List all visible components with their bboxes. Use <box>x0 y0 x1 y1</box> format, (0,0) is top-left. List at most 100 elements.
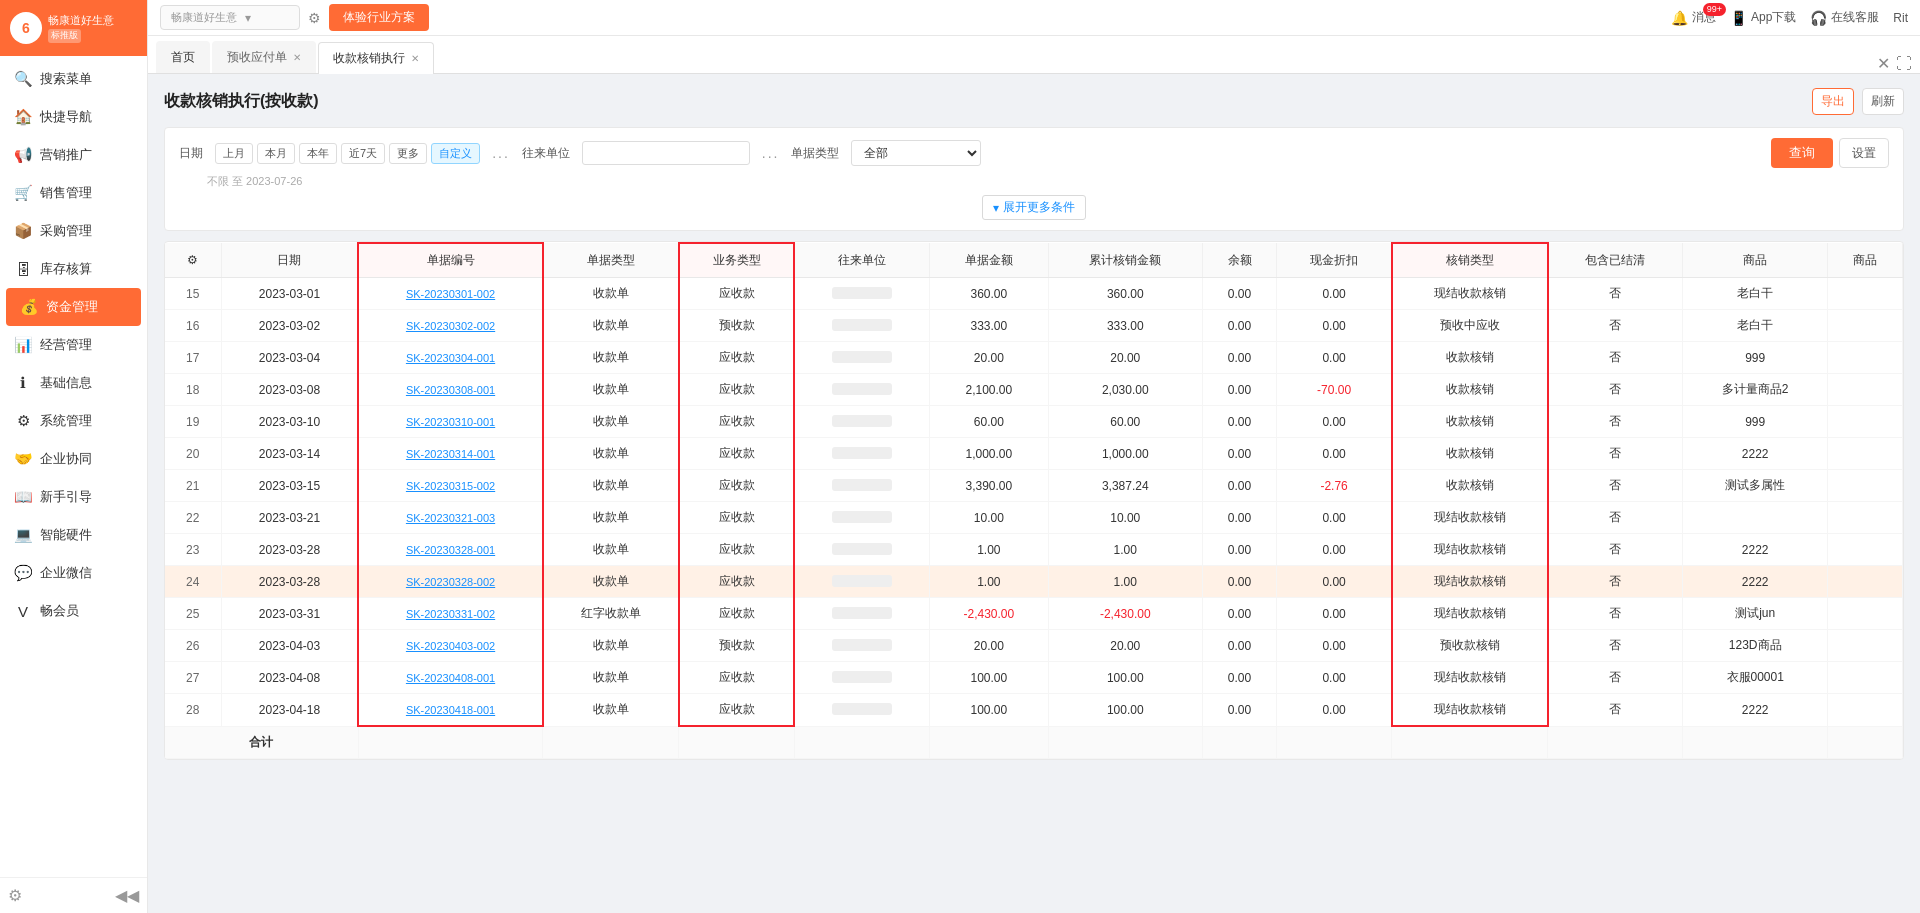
table-cell: 19 <box>165 406 221 438</box>
table-cell: 否 <box>1548 630 1683 662</box>
tab-close-icon[interactable]: ✕ <box>411 53 419 64</box>
doc-no-link[interactable]: SK-20230331-002 <box>406 608 495 620</box>
table-cell[interactable]: SK-20230301-002 <box>358 278 542 310</box>
doc-no-link[interactable]: SK-20230408-001 <box>406 672 495 684</box>
sidebar-item-enterprise[interactable]: 🤝企业协同 <box>0 440 147 478</box>
table-cell: 60.00 <box>929 406 1048 438</box>
table-cell: 应收款 <box>679 694 795 727</box>
app-download[interactable]: 📱 App下载 <box>1730 9 1796 26</box>
table-cell: 100.00 <box>1048 694 1202 727</box>
sidebar-logo-text: 畅康道好生意 标推版 <box>48 13 114 43</box>
sidebar-item-finance[interactable]: 💰资金管理 <box>6 288 141 326</box>
export-btn[interactable]: 导出 <box>1812 88 1854 115</box>
table-cell[interactable]: SK-20230418-001 <box>358 694 542 727</box>
sidebar-item-marketing[interactable]: 📢营销推广 <box>0 136 147 174</box>
sidebar-item-wechat[interactable]: 💬企业微信 <box>0 554 147 592</box>
sidebar-item-guide[interactable]: 📖新手引导 <box>0 478 147 516</box>
table-cell[interactable]: SK-20230308-001 <box>358 374 542 406</box>
table-cell: 16 <box>165 310 221 342</box>
maximize-icon[interactable]: ⛶ <box>1896 55 1912 73</box>
brand-selector[interactable]: 畅康道好生意 ▾ <box>160 5 300 30</box>
doc-no-link[interactable]: SK-20230328-001 <box>406 544 495 556</box>
notification-count: 99+ <box>1703 3 1726 16</box>
sidebar-item-label: 系统管理 <box>40 412 92 430</box>
tab-prepayment[interactable]: 预收应付单✕ <box>212 41 316 73</box>
table-cell <box>794 406 929 438</box>
online-service[interactable]: 🎧 在线客服 <box>1810 9 1879 26</box>
sidebar-item-hardware[interactable]: 💻智能硬件 <box>0 516 147 554</box>
doc-no-link[interactable]: SK-20230302-002 <box>406 320 495 332</box>
col-header-9: 现金折扣 <box>1277 243 1392 278</box>
close-window-icon[interactable]: ✕ <box>1877 54 1890 73</box>
sidebar-item-search[interactable]: 🔍搜索菜单 <box>0 60 147 98</box>
doc-no-link[interactable]: SK-20230301-002 <box>406 288 495 300</box>
sidebar-item-member[interactable]: V畅会员 <box>0 592 147 630</box>
settings-icon[interactable]: ⚙ <box>8 886 22 905</box>
table-cell[interactable]: SK-20230328-001 <box>358 534 542 566</box>
table-cell: 收款单 <box>543 534 679 566</box>
table-cell[interactable]: SK-20230321-003 <box>358 502 542 534</box>
sidebar-item-operation[interactable]: 📊经营管理 <box>0 326 147 364</box>
tab-collection[interactable]: 收款核销执行✕ <box>318 42 434 74</box>
table-cell[interactable]: SK-20230304-001 <box>358 342 542 374</box>
date-btn-近7天[interactable]: 近7天 <box>341 143 385 164</box>
table-cell[interactable]: SK-20230403-002 <box>358 630 542 662</box>
doc-no-link[interactable]: SK-20230308-001 <box>406 384 495 396</box>
table-cell: 老白干 <box>1683 278 1828 310</box>
expand-more-btn[interactable]: ▾ 展开更多条件 <box>982 195 1086 220</box>
table-cell: 10.00 <box>1048 502 1202 534</box>
date-btn-更多[interactable]: 更多 <box>389 143 427 164</box>
date-btn-上月[interactable]: 上月 <box>215 143 253 164</box>
counterparty-input[interactable] <box>582 141 750 165</box>
table-cell[interactable]: SK-20230328-002 <box>358 566 542 598</box>
gear-icon[interactable]: ⚙ <box>308 10 321 26</box>
table-cell[interactable]: SK-20230302-002 <box>358 310 542 342</box>
doc-no-link[interactable]: SK-20230304-001 <box>406 352 495 364</box>
table-cell: 999 <box>1683 342 1828 374</box>
doc-no-link[interactable]: SK-20230314-001 <box>406 448 495 460</box>
table-cell[interactable]: SK-20230315-002 <box>358 470 542 502</box>
table-cell <box>794 630 929 662</box>
sidebar-item-label: 新手引导 <box>40 488 92 506</box>
table-cell: 2023-04-08 <box>221 662 358 694</box>
negative-value: -70.00 <box>1317 383 1351 397</box>
topbar: 畅康道好生意 ▾ ⚙ 体验行业方案 🔔 消息 99+ 📱 App下载 🎧 在线客… <box>148 0 1920 36</box>
sidebar-item-purchase[interactable]: 📦采购管理 <box>0 212 147 250</box>
doc-type-select[interactable]: 全部 收款单 红字收款单 <box>851 140 981 166</box>
sidebar-item-sales[interactable]: 🛒销售管理 <box>0 174 147 212</box>
query-btn[interactable]: 查询 <box>1771 138 1833 168</box>
blurred-text <box>832 351 892 363</box>
col-header-11: 包含已结清 <box>1548 243 1683 278</box>
table-cell[interactable]: SK-20230408-001 <box>358 662 542 694</box>
date-btn-本年[interactable]: 本年 <box>299 143 337 164</box>
doc-no-link[interactable]: SK-20230321-003 <box>406 512 495 524</box>
industry-btn[interactable]: 体验行业方案 <box>329 4 429 31</box>
table-row: 182023-03-08SK-20230308-001收款单应收款 2,100.… <box>165 374 1903 406</box>
settings-col-icon[interactable]: ⚙ <box>187 253 198 267</box>
date-btn-本月[interactable]: 本月 <box>257 143 295 164</box>
user-avatar[interactable]: Rit <box>1893 11 1908 25</box>
date-btn-自定义[interactable]: 自定义 <box>431 143 480 164</box>
table-cell: 60.00 <box>1048 406 1202 438</box>
table-cell: 0.00 <box>1202 534 1277 566</box>
table-cell[interactable]: SK-20230310-001 <box>358 406 542 438</box>
tab-close-icon[interactable]: ✕ <box>293 52 301 63</box>
table-cell[interactable]: SK-20230314-001 <box>358 438 542 470</box>
sidebar-item-inventory[interactable]: 🗄库存核算 <box>0 250 147 288</box>
settings-btn[interactable]: 设置 <box>1839 138 1889 168</box>
refresh-btn[interactable]: 刷新 <box>1862 88 1904 115</box>
sidebar-item-label: 企业协同 <box>40 450 92 468</box>
sidebar-bottom: ⚙ ◀◀ <box>0 877 147 913</box>
sidebar-item-system[interactable]: ⚙系统管理 <box>0 402 147 440</box>
sidebar-item-basic[interactable]: ℹ基础信息 <box>0 364 147 402</box>
tab-home[interactable]: 首页 <box>156 41 210 73</box>
doc-no-link[interactable]: SK-20230315-002 <box>406 480 495 492</box>
doc-no-link[interactable]: SK-20230418-001 <box>406 704 495 716</box>
doc-no-link[interactable]: SK-20230328-002 <box>406 576 495 588</box>
notification-icon[interactable]: 🔔 消息 99+ <box>1671 9 1716 26</box>
doc-no-link[interactable]: SK-20230310-001 <box>406 416 495 428</box>
sidebar-item-quick-nav[interactable]: 🏠快捷导航 <box>0 98 147 136</box>
doc-no-link[interactable]: SK-20230403-002 <box>406 640 495 652</box>
table-cell[interactable]: SK-20230331-002 <box>358 598 542 630</box>
collapse-icon[interactable]: ◀◀ <box>115 886 139 905</box>
